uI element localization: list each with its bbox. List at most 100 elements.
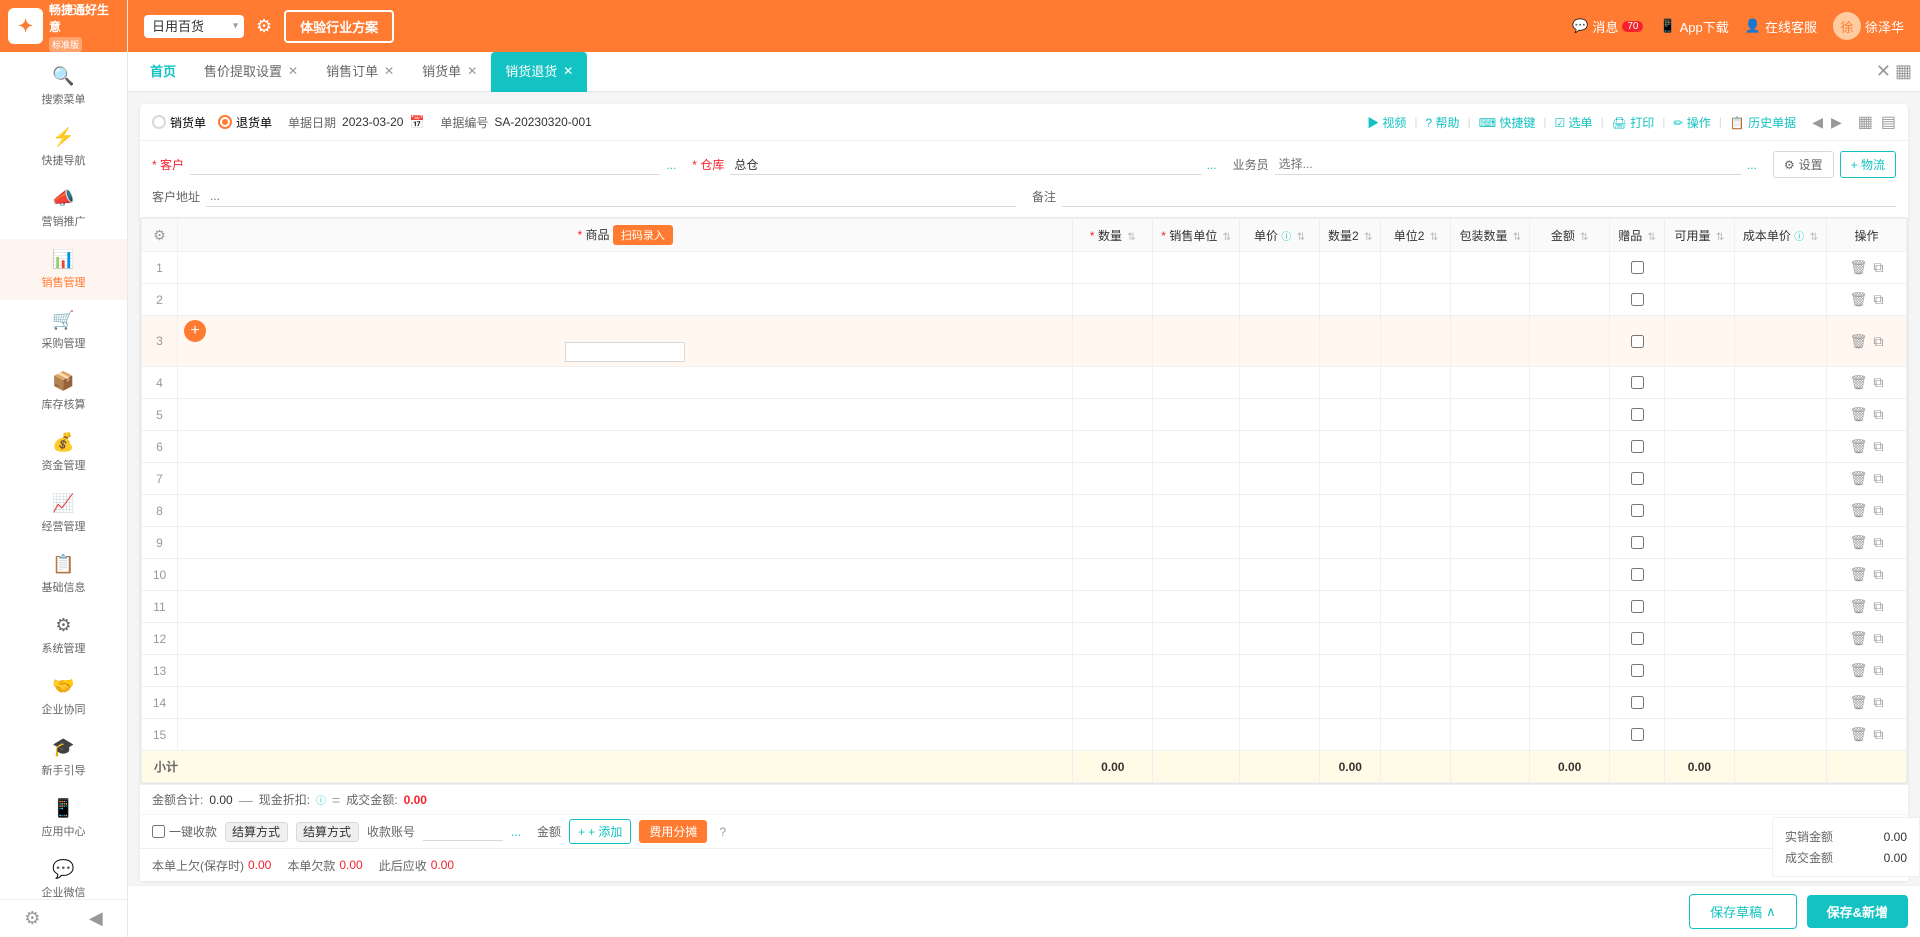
- unit2-cell-10[interactable]: [1381, 559, 1451, 591]
- product-cell-4[interactable]: [178, 367, 1073, 399]
- qty-cell-9[interactable]: [1073, 527, 1153, 559]
- unit2-sort-icon[interactable]: ⇅: [1430, 232, 1438, 243]
- sidebar-item-9[interactable]: ⚙系统管理: [0, 605, 127, 666]
- amount-sort-icon[interactable]: ⇅: [1580, 232, 1588, 243]
- price-cell-1[interactable]: [1240, 252, 1320, 284]
- price-cell-12[interactable]: [1240, 623, 1320, 655]
- product-cell-11[interactable]: [178, 591, 1073, 623]
- price-cell-8[interactable]: [1240, 495, 1320, 527]
- tab-0[interactable]: 首页: [136, 52, 190, 92]
- col-gear-icon[interactable]: ⚙: [153, 227, 166, 243]
- print-link[interactable]: 🖨 打印: [1612, 114, 1655, 131]
- unit2-cell-8[interactable]: [1381, 495, 1451, 527]
- avail-cell-11[interactable]: [1664, 591, 1734, 623]
- unit2-cell-13[interactable]: [1381, 655, 1451, 687]
- copy-icon-4[interactable]: ⧉: [1873, 374, 1883, 391]
- sidebar-item-13[interactable]: 💬企业微信: [0, 849, 127, 899]
- gift-check-14[interactable]: [1631, 696, 1644, 709]
- sidebar-item-10[interactable]: 🤝企业协同: [0, 666, 127, 727]
- cost-cell-3[interactable]: [1734, 316, 1826, 367]
- delete-icon-5[interactable]: 🗑: [1850, 406, 1868, 423]
- delete-icon-2[interactable]: 🗑: [1850, 291, 1868, 308]
- qty-cell-3[interactable]: [1073, 316, 1153, 367]
- price-cell-13[interactable]: [1240, 655, 1320, 687]
- amount-cell-2[interactable]: [1530, 284, 1610, 316]
- copy-icon-3[interactable]: ⧉: [1873, 333, 1883, 350]
- gift-check-7[interactable]: [1631, 472, 1644, 485]
- gift-sort-icon[interactable]: ⇅: [1648, 232, 1656, 243]
- avail-cell-8[interactable]: [1664, 495, 1734, 527]
- qty2-cell-7[interactable]: [1320, 463, 1381, 495]
- sidebar-item-0[interactable]: 🔍搜索菜单: [0, 56, 127, 117]
- product-cell-14[interactable]: [178, 687, 1073, 719]
- qty-cell-2[interactable]: [1073, 284, 1153, 316]
- amount-cell-8[interactable]: [1530, 495, 1610, 527]
- product-cell-8[interactable]: [178, 495, 1073, 527]
- amount-cell-13[interactable]: [1530, 655, 1610, 687]
- copy-icon-14[interactable]: ⧉: [1873, 694, 1883, 711]
- copy-icon-9[interactable]: ⧉: [1873, 534, 1883, 551]
- close-all-btn[interactable]: ✕▦: [1876, 61, 1912, 82]
- gift-check-8[interactable]: [1631, 504, 1644, 517]
- avail-cell-6[interactable]: [1664, 431, 1734, 463]
- unit-cell-3[interactable]: [1153, 316, 1240, 367]
- unit-cell-1[interactable]: [1153, 252, 1240, 284]
- qty2-cell-11[interactable]: [1320, 591, 1381, 623]
- avail-cell-1[interactable]: [1664, 252, 1734, 284]
- remarks-input[interactable]: [1062, 186, 1896, 207]
- product-cell-10[interactable]: [178, 559, 1073, 591]
- cost-sort-icon[interactable]: ⇅: [1810, 232, 1818, 243]
- fee-help-icon[interactable]: ?: [719, 825, 726, 839]
- salesperson-input[interactable]: [1275, 154, 1741, 175]
- price-cell-11[interactable]: [1240, 591, 1320, 623]
- unit2-cell-3[interactable]: [1381, 316, 1451, 367]
- unit-cell-2[interactable]: [1153, 284, 1240, 316]
- unit-sort-icon[interactable]: ⇅: [1223, 232, 1231, 243]
- delete-icon-7[interactable]: 🗑: [1850, 470, 1868, 487]
- qty2-cell-13[interactable]: [1320, 655, 1381, 687]
- avail-cell-7[interactable]: [1664, 463, 1734, 495]
- unit2-cell-1[interactable]: [1381, 252, 1451, 284]
- qty-cell-4[interactable]: [1073, 367, 1153, 399]
- avail-cell-15[interactable]: [1664, 719, 1734, 751]
- unit2-cell-9[interactable]: [1381, 527, 1451, 559]
- pkgqty-cell-4[interactable]: [1451, 367, 1530, 399]
- calendar-icon[interactable]: 📅: [409, 115, 424, 129]
- cost-cell-4[interactable]: [1734, 367, 1826, 399]
- help-link[interactable]: ? 帮助: [1426, 114, 1460, 131]
- amount-cell-9[interactable]: [1530, 527, 1610, 559]
- sidebar-item-11[interactable]: 🎓新手引导: [0, 727, 127, 788]
- amount-cell-3[interactable]: [1530, 316, 1610, 367]
- tab-2[interactable]: 销售订单✕: [312, 52, 408, 92]
- calc-select[interactable]: 结算方式: [296, 822, 359, 842]
- product-cell-3[interactable]: +: [178, 316, 1073, 367]
- unit2-cell-6[interactable]: [1381, 431, 1451, 463]
- save-new-btn[interactable]: 保存&新增: [1807, 895, 1908, 928]
- user-menu[interactable]: 徐 徐泽华: [1833, 12, 1904, 40]
- view-list-icon[interactable]: ▤: [1881, 112, 1896, 132]
- gift-check-4[interactable]: [1631, 376, 1644, 389]
- product-cell-5[interactable]: [178, 399, 1073, 431]
- fee-split-btn[interactable]: 费用分摊: [639, 820, 707, 843]
- gift-check-1[interactable]: [1631, 261, 1644, 274]
- sidebar-item-8[interactable]: 📋基础信息: [0, 544, 127, 605]
- shortcut-link[interactable]: ⌨ 快捷键: [1479, 114, 1536, 131]
- qty-cell-11[interactable]: [1073, 591, 1153, 623]
- product-cell-15[interactable]: [178, 719, 1073, 751]
- copy-icon-11[interactable]: ⧉: [1873, 598, 1883, 615]
- gift-check-10[interactable]: [1631, 568, 1644, 581]
- radio-return[interactable]: 退货单: [218, 114, 272, 131]
- cost-cell-2[interactable]: [1734, 284, 1826, 316]
- qty2-sort-icon[interactable]: ⇅: [1364, 232, 1372, 243]
- copy-icon-1[interactable]: ⧉: [1873, 259, 1883, 276]
- cost-cell-8[interactable]: [1734, 495, 1826, 527]
- price-cell-9[interactable]: [1240, 527, 1320, 559]
- unit2-cell-4[interactable]: [1381, 367, 1451, 399]
- delete-icon-8[interactable]: 🗑: [1850, 502, 1868, 519]
- product-cell-1[interactable]: [178, 252, 1073, 284]
- gift-check-12[interactable]: [1631, 632, 1644, 645]
- sidebar-item-12[interactable]: 📱应用中心: [0, 788, 127, 849]
- pkgqty-cell-2[interactable]: [1451, 284, 1530, 316]
- pkgqty-cell-7[interactable]: [1451, 463, 1530, 495]
- tab-4[interactable]: 销货退货✕: [491, 52, 587, 92]
